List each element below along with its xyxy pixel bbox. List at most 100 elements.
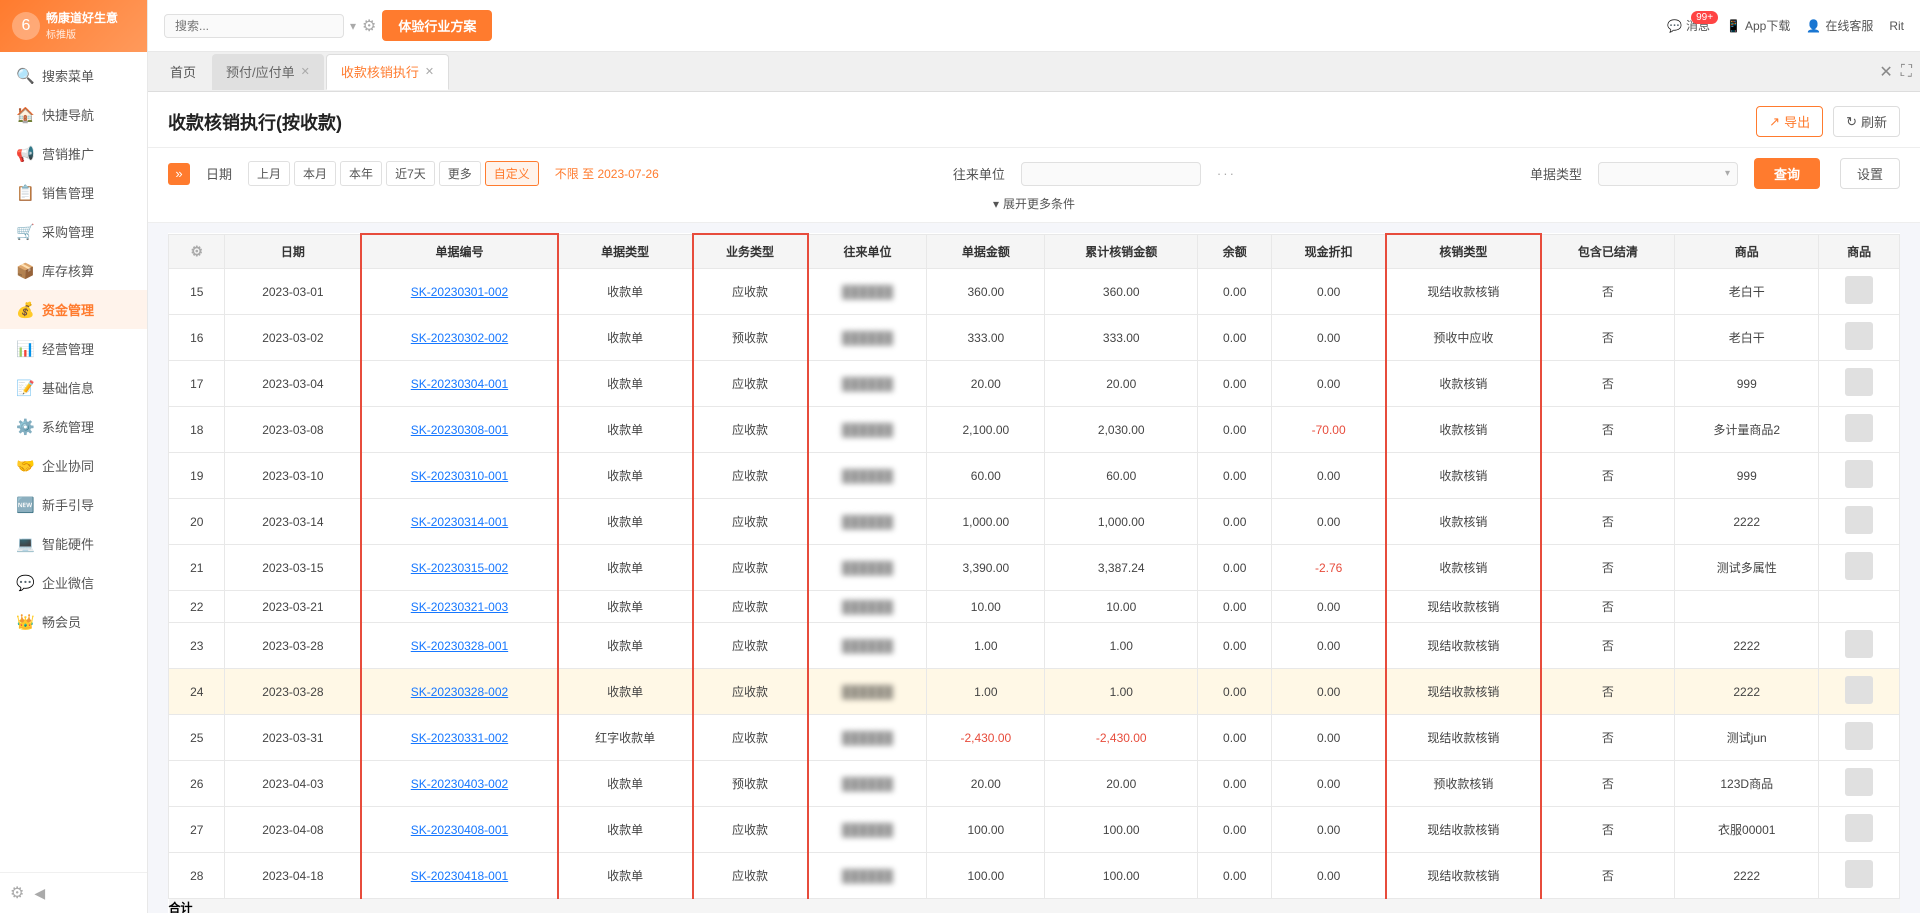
- row-bill-type: 收款单: [558, 269, 693, 315]
- col-settings-header[interactable]: ⚙: [169, 234, 225, 269]
- product-image: [1845, 814, 1873, 842]
- bill-no-link[interactable]: SK-20230315-002: [411, 561, 508, 575]
- row-bill-no[interactable]: SK-20230315-002: [361, 545, 557, 591]
- tab-close-all-icon[interactable]: ✕: [1879, 62, 1892, 82]
- row-cancel-type: 现结收款核销: [1386, 269, 1541, 315]
- sidebar-item-smart-hw[interactable]: 💻 智能硬件: [0, 524, 147, 563]
- sidebar-item-operations[interactable]: 📊 经营管理: [0, 329, 147, 368]
- counterparty-filter-input[interactable]: [1021, 162, 1201, 186]
- export-button[interactable]: ↗ 导出: [1756, 106, 1823, 137]
- sidebar-item-label: 系统管理: [42, 417, 94, 436]
- sidebar-item-search-menu[interactable]: 🔍 搜索菜单: [0, 56, 147, 95]
- expand-more-button[interactable]: ▾ 展开更多条件: [993, 195, 1075, 212]
- tab-home[interactable]: 首页: [156, 54, 210, 90]
- row-bill-no[interactable]: SK-20230301-002: [361, 269, 557, 315]
- online-service-label: 在线客服: [1825, 17, 1873, 34]
- date-btn-this-year[interactable]: 本年: [340, 161, 382, 186]
- row-bill-no[interactable]: SK-20230408-001: [361, 807, 557, 853]
- row-bill-no[interactable]: SK-20230328-001: [361, 623, 557, 669]
- date-btn-custom[interactable]: 自定义: [485, 161, 539, 186]
- row-include-settled: 否: [1541, 269, 1675, 315]
- product-image: [1845, 676, 1873, 704]
- row-product-img: [1819, 591, 1900, 623]
- topbar-brand: ▾ ⚙ 体验行业方案: [164, 10, 1655, 41]
- solution-button[interactable]: 体验行业方案: [382, 10, 492, 41]
- sidebar-item-quick-nav[interactable]: 🏠 快捷导航: [0, 95, 147, 134]
- row-bill-no[interactable]: SK-20230331-002: [361, 715, 557, 761]
- row-bill-no[interactable]: SK-20230310-001: [361, 453, 557, 499]
- date-btn-7days[interactable]: 近7天: [386, 161, 435, 186]
- sidebar-item-purchase[interactable]: 🛒 采购管理: [0, 212, 147, 251]
- row-cash-discount: 0.00: [1272, 591, 1386, 623]
- tab-receipt-close-icon[interactable]: ✕: [425, 65, 434, 78]
- user-name[interactable]: Rit: [1889, 19, 1904, 33]
- settings-footer-icon[interactable]: ⚙: [10, 883, 24, 903]
- row-cash-discount: 0.00: [1272, 853, 1386, 899]
- tab-prepay-close-icon[interactable]: ✕: [301, 65, 310, 78]
- sidebar-item-corp-coop[interactable]: 🤝 企业协同: [0, 446, 147, 485]
- bill-no-link[interactable]: SK-20230314-001: [411, 515, 508, 529]
- bill-no-link[interactable]: SK-20230403-002: [411, 777, 508, 791]
- online-service-button[interactable]: 👤 在线客服: [1806, 17, 1873, 34]
- bill-no-link[interactable]: SK-20230301-002: [411, 285, 508, 299]
- bill-no-link[interactable]: SK-20230418-001: [411, 869, 508, 883]
- date-btn-this-month[interactable]: 本月: [294, 161, 336, 186]
- row-bill-no[interactable]: SK-20230308-001: [361, 407, 557, 453]
- row-bill-no[interactable]: SK-20230314-001: [361, 499, 557, 545]
- bill-no-link[interactable]: SK-20230331-002: [411, 731, 508, 745]
- sidebar-item-basic-info[interactable]: 📝 基础信息: [0, 368, 147, 407]
- bill-no-link[interactable]: SK-20230321-003: [411, 600, 508, 614]
- sidebar-item-guide[interactable]: 🆕 新手引导: [0, 485, 147, 524]
- bill-no-link[interactable]: SK-20230310-001: [411, 469, 508, 483]
- chevron-down-icon[interactable]: ▾: [350, 19, 356, 33]
- topbar-gear-icon[interactable]: ⚙: [362, 16, 376, 36]
- row-bill-no[interactable]: SK-20230418-001: [361, 853, 557, 899]
- sidebar-item-member[interactable]: 👑 畅会员: [0, 602, 147, 641]
- row-include-settled: 否: [1541, 407, 1675, 453]
- bill-no-link[interactable]: SK-20230408-001: [411, 823, 508, 837]
- sidebar-item-capital[interactable]: 💰 资金管理: [0, 290, 147, 329]
- tab-receipt-cancel[interactable]: 收款核销执行 ✕: [326, 54, 449, 90]
- row-bill-no[interactable]: SK-20230403-002: [361, 761, 557, 807]
- message-icon: 💬: [1667, 19, 1682, 33]
- table-row: 212023-03-15SK-20230315-002收款单应收款██████3…: [169, 545, 1900, 591]
- sidebar-item-corp-wx[interactable]: 💬 企业微信: [0, 563, 147, 602]
- bill-no-link[interactable]: SK-20230304-001: [411, 377, 508, 391]
- collapse-icon[interactable]: ◀: [34, 885, 45, 902]
- row-cancel-type: 现结收款核销: [1386, 623, 1541, 669]
- row-biz-type: 应收款: [693, 545, 808, 591]
- date-filter-buttons: 上月 本月 本年 近7天 更多 自定义: [248, 161, 539, 186]
- tab-prepay-payable[interactable]: 预付/应付单 ✕: [212, 54, 324, 90]
- sidebar-item-marketing[interactable]: 📢 营销推广: [0, 134, 147, 173]
- topbar-search-input[interactable]: [164, 14, 344, 38]
- sidebar-item-sales[interactable]: 📋 销售管理: [0, 173, 147, 212]
- date-btn-last-month[interactable]: 上月: [248, 161, 290, 186]
- filter-expand-button[interactable]: »: [168, 163, 190, 185]
- app-download-button[interactable]: 📱 App下载: [1726, 17, 1790, 34]
- bill-type-select[interactable]: [1598, 162, 1738, 186]
- row-product: [1675, 591, 1819, 623]
- tab-fullscreen-icon[interactable]: ⛶: [1901, 63, 1912, 81]
- row-bill-type: 收款单: [558, 807, 693, 853]
- tab-prepay-label: 预付/应付单: [226, 62, 295, 81]
- row-bill-no[interactable]: SK-20230302-002: [361, 315, 557, 361]
- marketing-icon: 📢: [16, 145, 34, 163]
- row-accum-cancel: 20.00: [1045, 361, 1198, 407]
- bill-no-link[interactable]: SK-20230302-002: [411, 331, 508, 345]
- row-bill-no[interactable]: SK-20230304-001: [361, 361, 557, 407]
- sidebar-item-inventory[interactable]: 📦 库存核算: [0, 251, 147, 290]
- messages-button[interactable]: 💬 消息 99+: [1667, 17, 1710, 34]
- row-bill-no[interactable]: SK-20230328-002: [361, 669, 557, 715]
- row-cash-discount: 0.00: [1272, 623, 1386, 669]
- bill-no-link[interactable]: SK-20230328-002: [411, 685, 508, 699]
- query-button[interactable]: 查询: [1754, 158, 1820, 189]
- bill-no-link[interactable]: SK-20230308-001: [411, 423, 508, 437]
- refresh-button[interactable]: ↻ 刷新: [1833, 106, 1900, 137]
- setting-button[interactable]: 设置: [1840, 158, 1900, 189]
- operations-icon: 📊: [16, 340, 34, 358]
- row-bill-no[interactable]: SK-20230321-003: [361, 591, 557, 623]
- row-counterparty: ██████: [808, 807, 927, 853]
- sidebar-item-sys-mgmt[interactable]: ⚙️ 系统管理: [0, 407, 147, 446]
- date-btn-more[interactable]: 更多: [439, 161, 481, 186]
- bill-no-link[interactable]: SK-20230328-001: [411, 639, 508, 653]
